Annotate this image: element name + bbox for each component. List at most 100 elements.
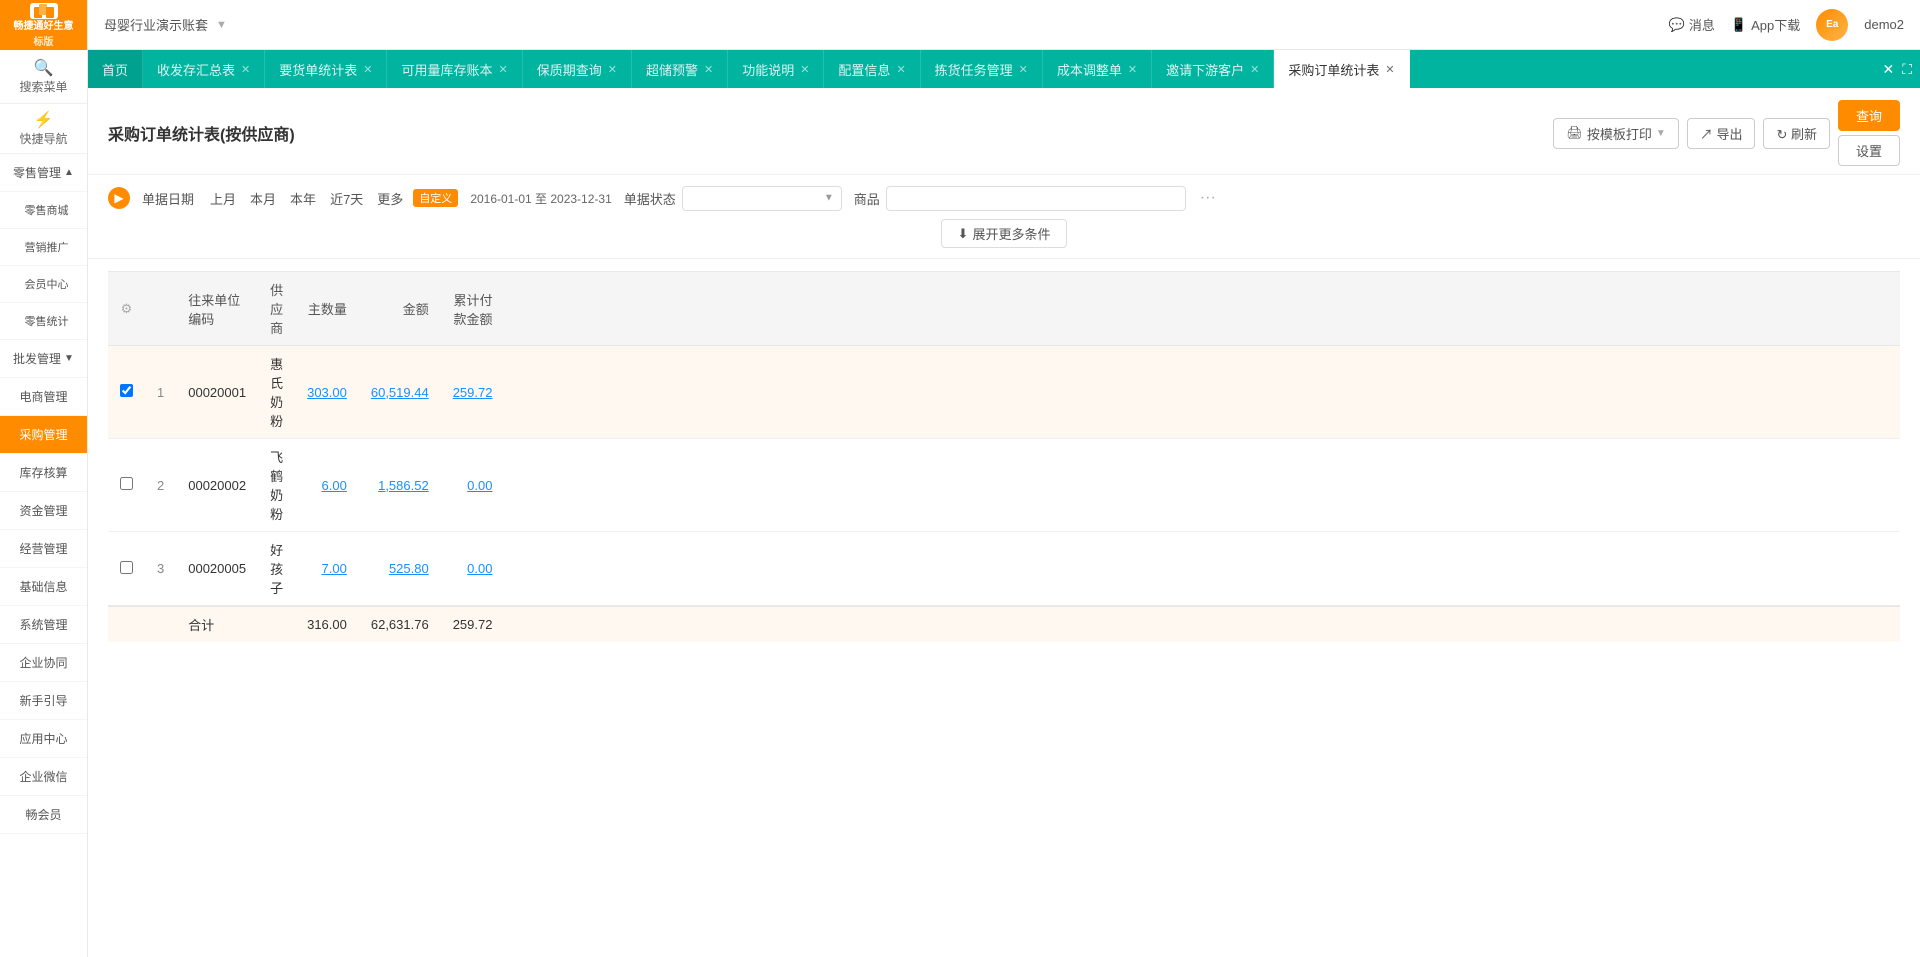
tab-shoufahuizong-close[interactable]: ✕ [241, 63, 250, 76]
tab-chaochuyujing-label: 超储预警 [646, 60, 698, 79]
sidebar-item-quicknav[interactable]: ⚡ 快捷导航 [0, 104, 87, 154]
tab-baozhiqi-close[interactable]: ✕ [608, 63, 617, 76]
page-content: 采购订单统计表(按供应商) 🖨 按模板打印 ▼ ↗ 导出 ↻ 刷新 [88, 88, 1920, 957]
sidebar-item-retail-mall[interactable]: 零售商城 [0, 192, 87, 229]
tab-yaohuo-label: 要货单统计表 [279, 60, 357, 79]
settings-button[interactable]: 设置 [1838, 135, 1900, 166]
message-icon: 💬 [1669, 17, 1685, 33]
tab-baozhiqi[interactable]: 保质期查询 ✕ [523, 50, 632, 88]
shortcut-last-month[interactable]: 上月 [206, 187, 240, 210]
td-check[interactable] [108, 532, 145, 607]
td-amount[interactable]: 525.80 [359, 532, 441, 607]
table-row[interactable]: 2 00020002 飞鹤奶粉 6.00 1,586.52 0.00 [108, 439, 1900, 532]
sidebar-item-weixin[interactable]: 企业微信 [0, 758, 87, 796]
goods-search-input[interactable] [886, 186, 1186, 211]
tab-yaoqing-close[interactable]: ✕ [1250, 63, 1259, 76]
sidebar-item-inventory[interactable]: 库存核算 [0, 454, 87, 492]
sidebar-item-retail[interactable]: 零售管理 ▲ [0, 154, 87, 192]
tab-yaohuo[interactable]: 要货单统计表 ✕ [265, 50, 387, 88]
page-actions: 🖨 按模板打印 ▼ ↗ 导出 ↻ 刷新 查询 [1553, 100, 1900, 166]
app-logo: 畅捷通好生意 标版 [0, 0, 87, 50]
workspace-expand-icon: ▼ [216, 19, 227, 31]
tab-peizhi-close[interactable]: ✕ [896, 63, 905, 76]
table-row[interactable]: 1 00020001 惠氏奶粉 303.00 60,519.44 259.72 [108, 346, 1900, 439]
td-no: 2 [145, 439, 176, 532]
row-checkbox[interactable] [120, 561, 133, 574]
tab-chengben-close[interactable]: ✕ [1128, 63, 1137, 76]
row-checkbox[interactable] [120, 477, 133, 490]
query-button[interactable]: 查询 [1838, 100, 1900, 131]
td-no: 1 [145, 346, 176, 439]
tab-keyongliang[interactable]: 可用量库存账本 ✕ [387, 50, 522, 88]
tab-yaohuo-close[interactable]: ✕ [363, 63, 372, 76]
sidebar: 畅捷通好生意 标版 🔍 搜索菜单 ⚡ 快捷导航 零售管理 ▲ 零售商城 营销推广… [0, 0, 88, 957]
td-amount[interactable]: 60,519.44 [359, 346, 441, 439]
sidebar-item-ecommerce[interactable]: 电商管理 [0, 378, 87, 416]
tab-chaochuyujing-close[interactable]: ✕ [704, 63, 713, 76]
td-amount[interactable]: 1,586.52 [359, 439, 441, 532]
template-print-button[interactable]: 🖨 按模板打印 ▼ [1553, 118, 1678, 149]
tab-zuohuo[interactable]: 拣货任务管理 ✕ [921, 50, 1043, 88]
sidebar-item-member[interactable]: 会员中心 [0, 266, 87, 303]
filter-toggle-button[interactable]: ▶ [108, 187, 130, 209]
tab-zuohuo-close[interactable]: ✕ [1019, 63, 1028, 76]
tab-gongngshuoming[interactable]: 功能说明 ✕ [728, 50, 824, 88]
tab-caigou[interactable]: 采购订单统计表 ✕ [1274, 50, 1409, 88]
td-qty[interactable]: 7.00 [295, 532, 359, 607]
sidebar-item-appstore[interactable]: 应用中心 [0, 720, 87, 758]
tab-shoufahuizong[interactable]: 收发存汇总表 ✕ [143, 50, 265, 88]
tab-peizhi[interactable]: 配置信息 ✕ [824, 50, 920, 88]
td-check[interactable] [108, 439, 145, 532]
sidebar-item-basics[interactable]: 基础信息 [0, 568, 87, 606]
sidebar-item-finance[interactable]: 资金管理 [0, 492, 87, 530]
app-download-btn[interactable]: 📱 App下载 [1731, 15, 1800, 34]
goods-more-button[interactable]: ··· [1192, 185, 1224, 211]
sidebar-item-newbie[interactable]: 新手引导 [0, 682, 87, 720]
expand-icon: ⬇ [958, 226, 969, 242]
tab-yaoqing[interactable]: 邀请下游客户 ✕ [1152, 50, 1274, 88]
message-btn[interactable]: 💬 消息 [1669, 15, 1715, 34]
sidebar-item-wholesale[interactable]: 批发管理 ▼ [0, 340, 87, 378]
sidebar-item-marketing[interactable]: 营销推广 [0, 229, 87, 266]
refresh-button[interactable]: ↻ 刷新 [1763, 118, 1830, 149]
sidebar-item-enterprise[interactable]: 企业协同 [0, 644, 87, 682]
tab-chengben[interactable]: 成本调整单 ✕ [1043, 50, 1152, 88]
sidebar-item-purchase[interactable]: 采购管理 [0, 416, 87, 454]
tab-chaochuyujing[interactable]: 超储预警 ✕ [632, 50, 728, 88]
tabbar-maximize[interactable]: ⛶ [1902, 61, 1912, 78]
table-row[interactable]: 3 00020005 好孩子 7.00 525.80 0.00 [108, 532, 1900, 607]
shortcut-more[interactable]: 更多 [373, 187, 407, 210]
user-avatar[interactable]: Ea [1816, 9, 1848, 41]
topbar-workspace[interactable]: 母婴行业演示账套 ▼ [104, 15, 227, 34]
tab-gongngshuoming-close[interactable]: ✕ [800, 63, 809, 76]
td-unit-code: 00020005 [176, 532, 258, 607]
row-checkbox[interactable] [120, 384, 133, 397]
th-no [145, 272, 176, 346]
sidebar-item-operations[interactable]: 经营管理 [0, 530, 87, 568]
tabbar-close-all[interactable]: ✕ [1882, 61, 1894, 78]
tab-keyongliang-label: 可用量库存账本 [401, 60, 492, 79]
date-custom-badge[interactable]: 自定义 [413, 189, 458, 207]
td-check[interactable] [108, 346, 145, 439]
export-button[interactable]: ↗ 导出 [1687, 118, 1756, 149]
sidebar-item-search[interactable]: 🔍 搜索菜单 [0, 50, 87, 104]
td-paid[interactable]: 0.00 [441, 439, 505, 532]
settings-gear-icon[interactable]: ⚙ [121, 301, 133, 316]
sidebar-item-retail-stats[interactable]: 零售统计 [0, 303, 87, 340]
td-paid[interactable]: 0.00 [441, 532, 505, 607]
shortcut-7days[interactable]: 近7天 [326, 187, 367, 210]
td-qty[interactable]: 303.00 [295, 346, 359, 439]
expand-more-button[interactable]: ⬇ 展开更多条件 [941, 219, 1068, 248]
td-paid[interactable]: 259.72 [441, 346, 505, 439]
tab-home[interactable]: 首页 [88, 50, 143, 88]
sidebar-item-vip[interactable]: 畅会员 [0, 796, 87, 834]
shortcut-this-year[interactable]: 本年 [286, 187, 320, 210]
status-select[interactable] [682, 186, 842, 211]
td-qty[interactable]: 6.00 [295, 439, 359, 532]
shortcut-this-month[interactable]: 本月 [246, 187, 280, 210]
tab-caigou-close[interactable]: ✕ [1385, 63, 1394, 76]
sidebar-item-system[interactable]: 系统管理 [0, 606, 87, 644]
avatar-text: Ea [1826, 19, 1838, 30]
tab-keyongliang-close[interactable]: ✕ [499, 63, 508, 76]
td-supplier: 飞鹤奶粉 [258, 439, 295, 532]
